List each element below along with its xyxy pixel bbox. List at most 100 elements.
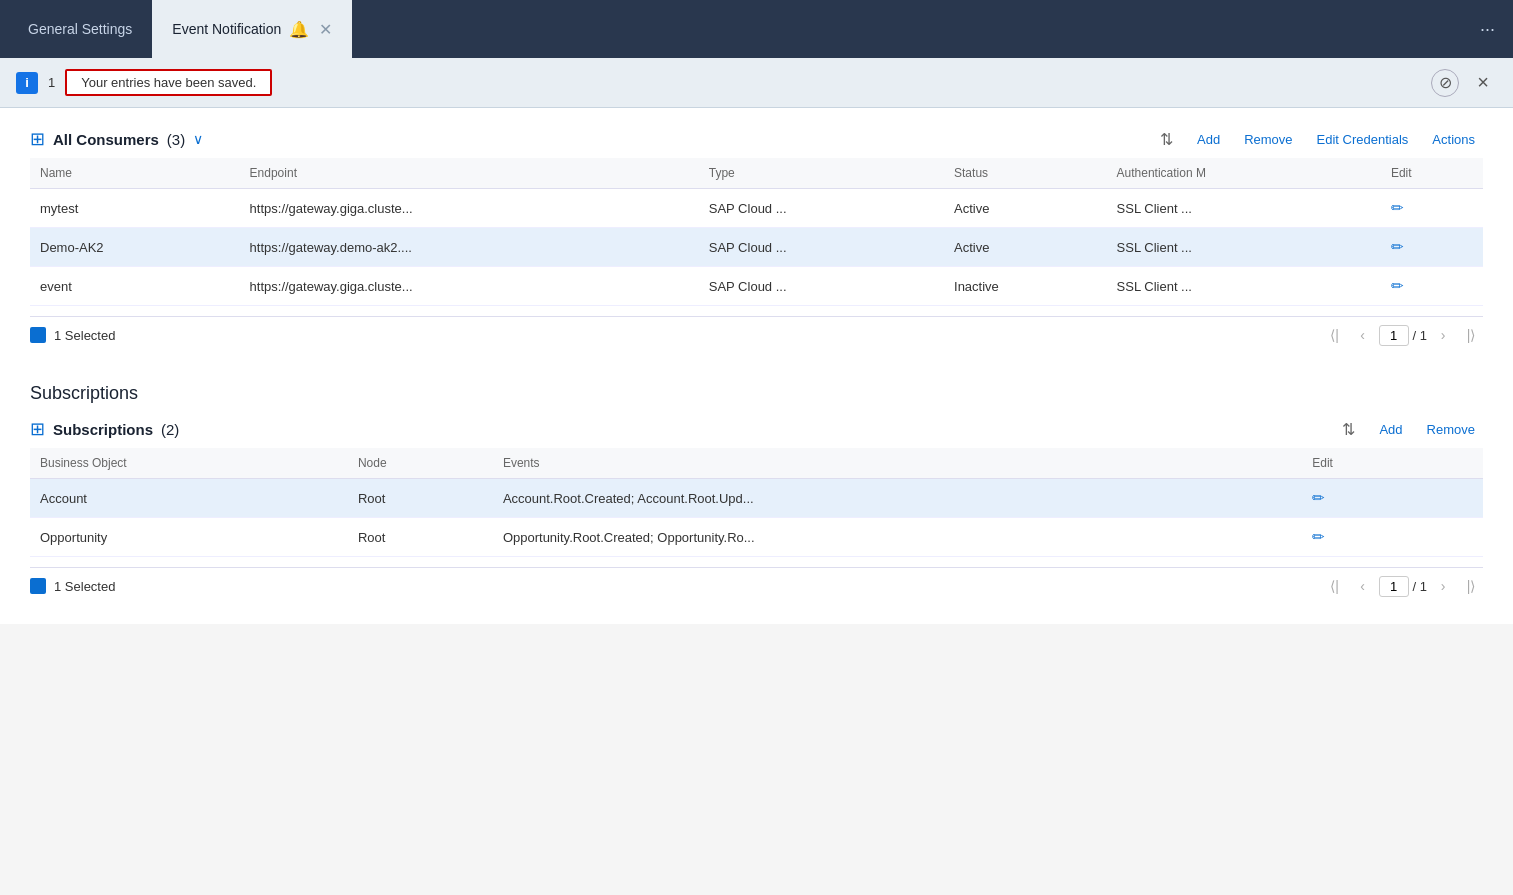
tab-general-settings[interactable]: General Settings bbox=[8, 0, 152, 58]
tab-general-settings-label: General Settings bbox=[28, 21, 132, 37]
page-last-button[interactable]: |⟩ bbox=[1459, 323, 1483, 347]
subscriptions-add-button[interactable]: Add bbox=[1371, 422, 1410, 437]
notification-message: Your entries have been saved. bbox=[65, 69, 272, 96]
notification-bar: i 1 Your entries have been saved. ⊘ × bbox=[0, 58, 1513, 108]
consumer-name: Demo-AK2 bbox=[30, 228, 240, 267]
consumer-edit-cell: ✏ bbox=[1381, 189, 1483, 228]
info-icon: i bbox=[16, 72, 38, 94]
consumers-toolbar: ⊞ All Consumers (3) ∨ ⇅ Add Remove Edit … bbox=[30, 128, 1483, 150]
consumer-endpoint: https://gateway.giga.cluste... bbox=[240, 267, 699, 306]
consumer-name: mytest bbox=[30, 189, 240, 228]
subscriptions-table: Business Object Node Events Edit Account… bbox=[30, 448, 1483, 557]
more-tabs-icon: ··· bbox=[1480, 19, 1495, 39]
consumer-endpoint: https://gateway.demo-ak2.... bbox=[240, 228, 699, 267]
sub-edit-cell: ✏ bbox=[1302, 479, 1423, 518]
consumer-edit-cell: ✏ bbox=[1381, 228, 1483, 267]
main-content: ⊞ All Consumers (3) ∨ ⇅ Add Remove Edit … bbox=[0, 108, 1513, 624]
consumer-endpoint: https://gateway.giga.cluste... bbox=[240, 189, 699, 228]
col-header-status: Status bbox=[944, 158, 1107, 189]
sub-extra bbox=[1423, 479, 1483, 518]
consumer-name: event bbox=[30, 267, 240, 306]
consumers-edit-credentials-button[interactable]: Edit Credentials bbox=[1309, 132, 1417, 147]
sub-events: Opportunity.Root.Created; Opportunity.Ro… bbox=[493, 518, 1302, 557]
sub-page-next-button[interactable]: › bbox=[1431, 574, 1455, 598]
consumer-edit-icon[interactable]: ✏ bbox=[1391, 277, 1404, 294]
close-icon: × bbox=[1477, 71, 1489, 94]
sub-col-events: Events bbox=[493, 448, 1302, 479]
sub-node: Root bbox=[348, 518, 493, 557]
sub-business-object: Opportunity bbox=[30, 518, 348, 557]
sub-business-object: Account bbox=[30, 479, 348, 518]
consumers-count: (3) bbox=[167, 131, 185, 148]
consumers-actions-button[interactable]: Actions bbox=[1424, 132, 1483, 147]
tab-event-notification[interactable]: Event Notification 🔔 ✕ bbox=[152, 0, 352, 58]
consumers-table-header: Name Endpoint Type Status Authentication… bbox=[30, 158, 1483, 189]
sub-page-prev-button[interactable]: ‹ bbox=[1351, 574, 1375, 598]
sub-extra bbox=[1423, 518, 1483, 557]
sub-page-last-button[interactable]: |⟩ bbox=[1459, 574, 1483, 598]
subscriptions-table-row[interactable]: Account Root Account.Root.Created; Accou… bbox=[30, 479, 1483, 518]
subscriptions-table-header: Business Object Node Events Edit bbox=[30, 448, 1483, 479]
page-next-button[interactable]: › bbox=[1431, 323, 1455, 347]
consumer-auth: SSL Client ... bbox=[1107, 228, 1381, 267]
consumer-type: SAP Cloud ... bbox=[699, 267, 944, 306]
sub-edit-cell: ✏ bbox=[1302, 518, 1423, 557]
consumers-table-row[interactable]: mytest https://gateway.giga.cluste... SA… bbox=[30, 189, 1483, 228]
consumers-selected-label: 1 Selected bbox=[54, 328, 115, 343]
chevron-down-icon: ⊘ bbox=[1439, 73, 1452, 92]
col-header-edit: Edit bbox=[1381, 158, 1483, 189]
subscriptions-remove-button[interactable]: Remove bbox=[1419, 422, 1483, 437]
subscriptions-table-body: Account Root Account.Root.Created; Accou… bbox=[30, 479, 1483, 557]
close-notification-button[interactable]: × bbox=[1469, 69, 1497, 97]
consumer-type: SAP Cloud ... bbox=[699, 228, 944, 267]
consumers-table-row[interactable]: event https://gateway.giga.cluste... SAP… bbox=[30, 267, 1483, 306]
consumer-type: SAP Cloud ... bbox=[699, 189, 944, 228]
sub-col-extra bbox=[1423, 448, 1483, 479]
tab-close-icon[interactable]: ✕ bbox=[319, 20, 332, 39]
page-first-button[interactable]: ⟨| bbox=[1323, 323, 1347, 347]
page-number-input[interactable] bbox=[1379, 325, 1409, 346]
subscriptions-title: Subscriptions bbox=[53, 421, 153, 438]
sub-page-number-input[interactable] bbox=[1379, 576, 1409, 597]
sub-page-total: / 1 bbox=[1413, 579, 1427, 594]
consumers-table: Name Endpoint Type Status Authentication… bbox=[30, 158, 1483, 306]
consumers-selected-checkbox[interactable] bbox=[30, 327, 46, 343]
grid-icon: ⊞ bbox=[30, 128, 45, 150]
col-header-name: Name bbox=[30, 158, 240, 189]
sub-edit-icon[interactable]: ✏ bbox=[1312, 489, 1325, 506]
subscriptions-footer: 1 Selected ⟨| ‹ / 1 › |⟩ bbox=[30, 567, 1483, 604]
consumers-pagination: ⟨| ‹ / 1 › |⟩ bbox=[1323, 323, 1483, 347]
sub-edit-icon[interactable]: ✏ bbox=[1312, 528, 1325, 545]
consumer-status: Active bbox=[944, 228, 1107, 267]
sub-col-business-object: Business Object bbox=[30, 448, 348, 479]
consumers-title: All Consumers bbox=[53, 131, 159, 148]
consumer-edit-icon[interactable]: ✏ bbox=[1391, 238, 1404, 255]
consumers-add-button[interactable]: Add bbox=[1189, 132, 1228, 147]
subscriptions-pagination: ⟨| ‹ / 1 › |⟩ bbox=[1323, 574, 1483, 598]
col-header-auth: Authentication M bbox=[1107, 158, 1381, 189]
sort-icon[interactable]: ⇅ bbox=[1160, 130, 1173, 149]
sub-sort-icon[interactable]: ⇅ bbox=[1342, 420, 1355, 439]
sub-page-first-button[interactable]: ⟨| bbox=[1323, 574, 1347, 598]
page-prev-button[interactable]: ‹ bbox=[1351, 323, 1375, 347]
sub-selected-label: 1 Selected bbox=[54, 579, 115, 594]
subscriptions-section-title: Subscriptions bbox=[30, 383, 1483, 404]
subscriptions-table-row[interactable]: Opportunity Root Opportunity.Root.Create… bbox=[30, 518, 1483, 557]
collapse-button[interactable]: ⊘ bbox=[1431, 69, 1459, 97]
consumer-auth: SSL Client ... bbox=[1107, 267, 1381, 306]
consumers-table-row[interactable]: Demo-AK2 https://gateway.demo-ak2.... SA… bbox=[30, 228, 1483, 267]
sub-selected-checkbox[interactable] bbox=[30, 578, 46, 594]
consumer-status: Inactive bbox=[944, 267, 1107, 306]
col-header-type: Type bbox=[699, 158, 944, 189]
consumers-remove-button[interactable]: Remove bbox=[1236, 132, 1300, 147]
subscriptions-toolbar: ⊞ Subscriptions (2) ⇅ Add Remove bbox=[30, 418, 1483, 440]
consumer-edit-icon[interactable]: ✏ bbox=[1391, 199, 1404, 216]
consumers-chevron-icon[interactable]: ∨ bbox=[193, 131, 203, 147]
notification-bell-icon: 🔔 bbox=[289, 20, 309, 39]
page-total: / 1 bbox=[1413, 328, 1427, 343]
sub-node: Root bbox=[348, 479, 493, 518]
more-tabs-button[interactable]: ··· bbox=[1470, 19, 1505, 40]
sub-events: Account.Root.Created; Account.Root.Upd..… bbox=[493, 479, 1302, 518]
consumer-status: Active bbox=[944, 189, 1107, 228]
consumer-edit-cell: ✏ bbox=[1381, 267, 1483, 306]
